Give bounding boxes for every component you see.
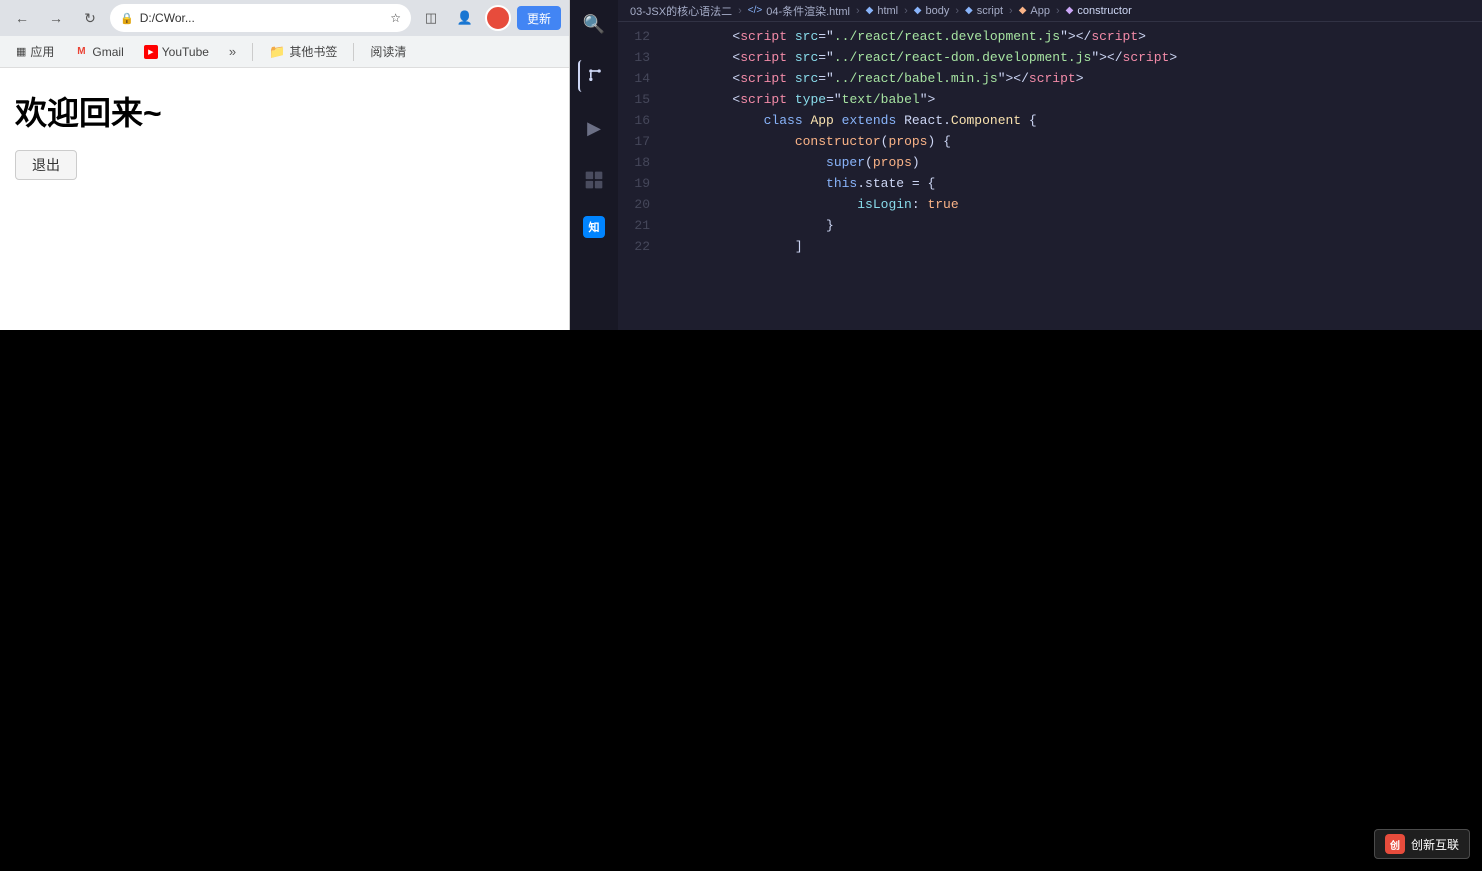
breadcrumb-icon6: ◆	[1066, 5, 1074, 16]
apps-label: 应用	[30, 43, 54, 60]
extensions-icon[interactable]: ◫	[417, 4, 445, 32]
code-line: 14 <script src="../react/babel.min.js"><…	[618, 68, 1482, 89]
breadcrumb-sep2: ›	[856, 5, 860, 17]
folder-icon: 📁	[269, 44, 285, 60]
other-bookmarks-label: 其他书签	[289, 43, 337, 60]
youtube-label: YouTube	[162, 45, 209, 59]
breadcrumb-part6: App	[1030, 5, 1050, 17]
breadcrumb-part4: body	[926, 5, 950, 17]
code-line: 16 class App extends React.Component {	[618, 110, 1482, 131]
breadcrumb-part1: 03-JSX的核心语法二	[630, 3, 732, 19]
editor-area: 03-JSX的核心语法二 › </> 04-条件渲染.html › ◆ html…	[618, 0, 1482, 330]
breadcrumb-sep6: ›	[1056, 5, 1060, 17]
breadcrumb-sep5: ›	[1009, 5, 1013, 17]
breadcrumb-part7: constructor	[1077, 5, 1131, 17]
breadcrumb-icon4: ◆	[965, 5, 973, 16]
breadcrumb-icon5: ◆	[1019, 5, 1027, 16]
code-line: 15 <script type="text/babel">	[618, 89, 1482, 110]
code-line: 12 <script src="../react/react.developme…	[618, 26, 1482, 47]
breadcrumb-icon3: ◆	[914, 5, 922, 16]
more-bookmarks-button[interactable]: »	[221, 41, 244, 62]
breadcrumb-sep3: ›	[904, 5, 908, 17]
watermark-logo: 创	[1385, 834, 1405, 854]
youtube-favicon	[144, 45, 158, 59]
reading-label: 阅读清	[370, 43, 406, 60]
address-bar[interactable]: 🔒 D:/CWor... ☆	[110, 4, 411, 32]
code-line: 18 super(props)	[618, 152, 1482, 173]
forward-button[interactable]: →	[42, 4, 70, 32]
refresh-button[interactable]: 更新	[517, 6, 561, 30]
code-line: 19 this.state = {	[618, 173, 1482, 194]
avatar	[485, 5, 511, 31]
code-line: 20 isLogin: true	[618, 194, 1482, 215]
watermark: 创 创新互联	[1374, 829, 1470, 859]
browser-titlebar: ← → ↻ 🔒 D:/CWor... ☆ ◫ 👤 更新	[0, 0, 569, 36]
bookmarks-bar: ▦ 应用 M Gmail YouTube » 📁 其他书签 阅读清	[0, 36, 569, 68]
code-line: 17 constructor(props) {	[618, 131, 1482, 152]
search-icon[interactable]: 🔍	[578, 8, 610, 40]
gmail-label: Gmail	[92, 45, 123, 59]
source-control-icon[interactable]	[578, 60, 610, 92]
breadcrumb-icon1: </>	[748, 5, 762, 16]
browser-content: 欢迎回来~ 退出	[0, 68, 569, 330]
bookmarks-divider	[252, 43, 253, 61]
bookmark-youtube[interactable]: YouTube	[136, 42, 217, 62]
gmail-favicon: M	[74, 45, 88, 59]
code-line: 22 ]	[618, 236, 1482, 257]
zhihu-icon[interactable]: 知	[583, 216, 605, 238]
address-text: D:/CWor...	[140, 11, 385, 25]
breadcrumb-sep1: ›	[738, 5, 742, 17]
breadcrumb-icon2: ◆	[866, 5, 874, 16]
bookmark-apps[interactable]: ▦ 应用	[8, 40, 62, 63]
back-button[interactable]: ←	[8, 4, 36, 32]
star-icon: ☆	[390, 11, 401, 25]
code-line: 13 <script src="../react/react-dom.devel…	[618, 47, 1482, 68]
bookmarks-divider2	[353, 43, 354, 61]
bookmark-reading[interactable]: 阅读清	[362, 40, 414, 63]
apps-grid-icon: ▦	[16, 45, 26, 58]
browser-window: ← → ↻ 🔒 D:/CWor... ☆ ◫ 👤 更新 ▦ 应用 M Gmail…	[0, 0, 570, 330]
code-editor[interactable]: 12 <script src="../react/react.developme…	[618, 22, 1482, 330]
breadcrumb-part2: 04-条件渲染.html	[766, 3, 850, 19]
code-line: 21 }	[618, 215, 1482, 236]
bookmark-other[interactable]: 📁 其他书签	[261, 40, 345, 63]
black-area	[0, 330, 1482, 871]
profile-icon[interactable]: 👤	[451, 4, 479, 32]
breadcrumb-sep4: ›	[955, 5, 959, 17]
extensions-icon[interactable]	[578, 164, 610, 196]
bookmark-gmail[interactable]: M Gmail	[66, 42, 131, 62]
breadcrumb-part3: html	[877, 5, 898, 17]
watermark-text: 创新互联	[1411, 836, 1459, 853]
reload-button[interactable]: ↻	[76, 4, 104, 32]
vscode-window: 🔍 ▶ 知 03-JSX的核心语法二 › </> 04-条件渲染.htm	[570, 0, 1482, 330]
activity-bar: 🔍 ▶ 知	[570, 0, 618, 330]
logout-button[interactable]: 退出	[15, 150, 77, 180]
breadcrumb-part5: script	[977, 5, 1003, 17]
run-icon[interactable]: ▶	[578, 112, 610, 144]
welcome-heading: 欢迎回来~	[15, 88, 554, 134]
breadcrumb: 03-JSX的核心语法二 › </> 04-条件渲染.html › ◆ html…	[618, 0, 1482, 22]
lock-icon: 🔒	[120, 12, 134, 25]
